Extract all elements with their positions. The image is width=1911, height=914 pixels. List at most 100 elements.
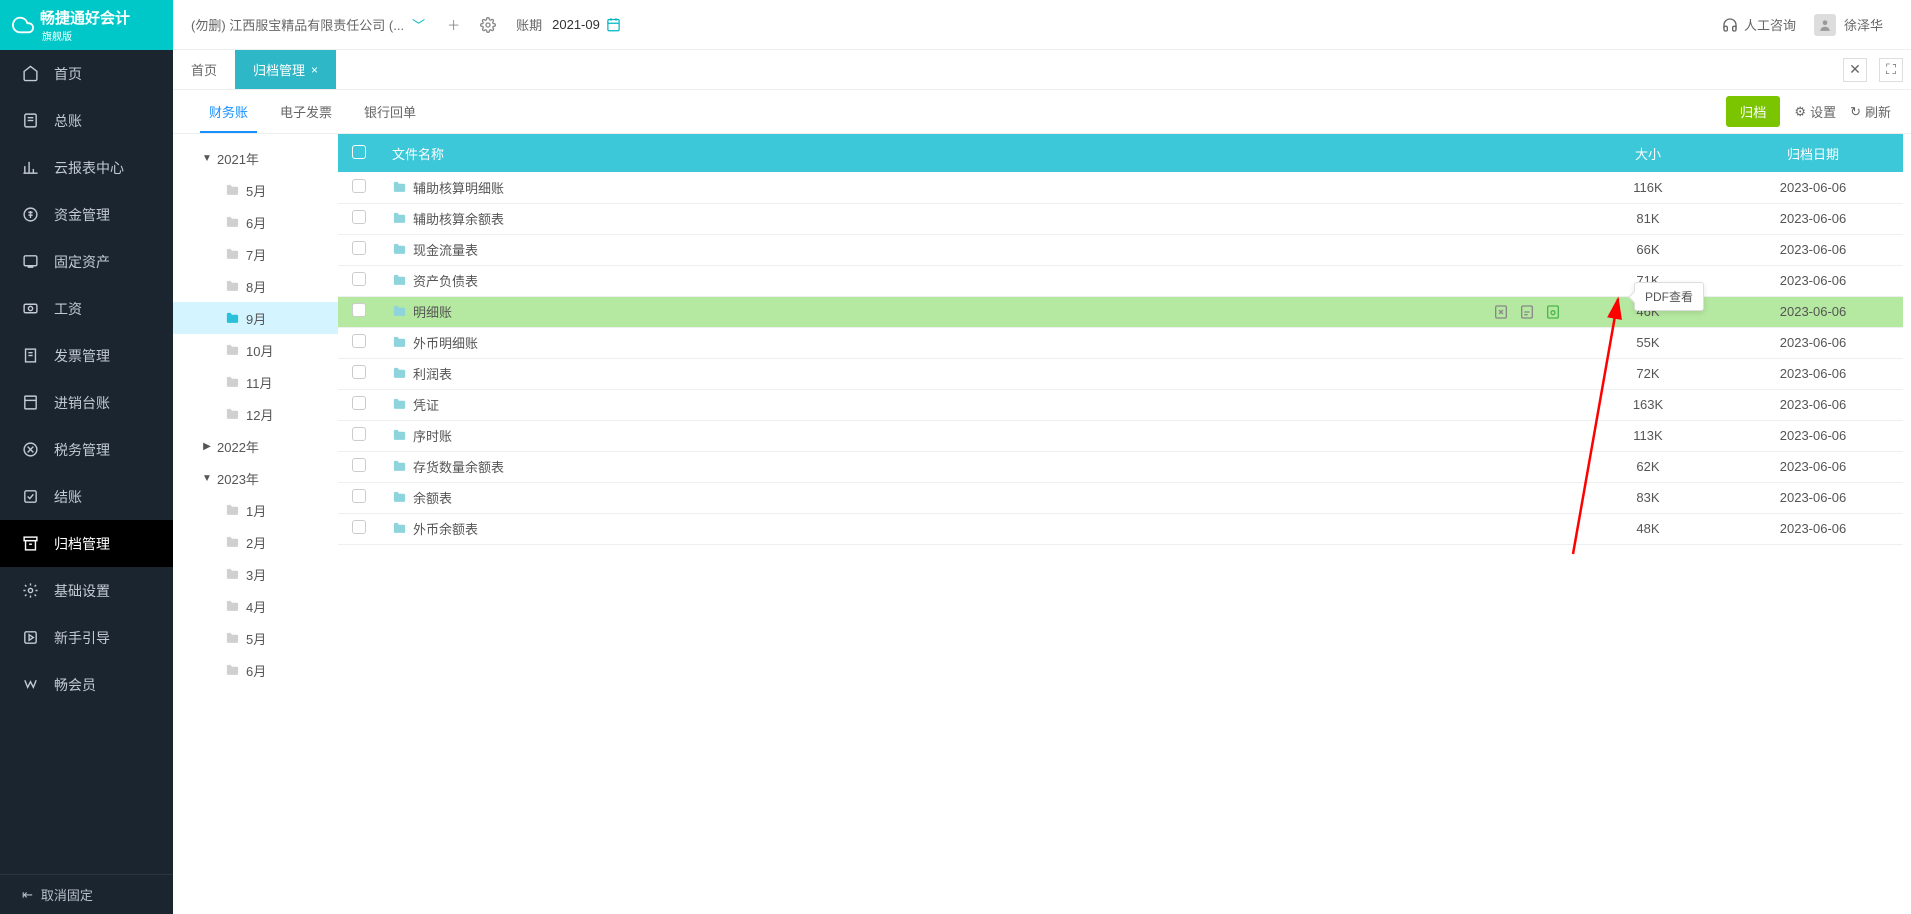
sidebar-unpin[interactable]: ⇤ 取消固定 bbox=[0, 874, 173, 914]
row-checkbox[interactable] bbox=[352, 179, 366, 193]
tree-month[interactable]: 11月 bbox=[173, 366, 338, 398]
col-date: 归档日期 bbox=[1723, 134, 1903, 172]
tree-month[interactable]: 5月 bbox=[173, 622, 338, 654]
file-size: 66K bbox=[1573, 234, 1723, 265]
row-checkbox[interactable] bbox=[352, 458, 366, 472]
row-checkbox[interactable] bbox=[352, 427, 366, 441]
sidebar-item-2[interactable]: 云报表中心 bbox=[0, 144, 173, 191]
excel-icon[interactable] bbox=[1493, 304, 1509, 320]
company-selector[interactable]: (勿删) 江西服宝精品有限责任公司 (... bbox=[191, 15, 404, 34]
row-checkbox[interactable] bbox=[352, 272, 366, 286]
close-all-button[interactable]: ✕ bbox=[1843, 58, 1867, 82]
file-size: 83K bbox=[1573, 482, 1723, 513]
file-name: 现金流量表 bbox=[413, 240, 478, 259]
sidebar-item-7[interactable]: 进销台账 bbox=[0, 379, 173, 426]
chevron-down-icon[interactable]: ﹀ bbox=[412, 15, 425, 34]
tree-year[interactable]: ▼2023年 bbox=[173, 462, 338, 494]
close-icon[interactable]: × bbox=[311, 63, 318, 77]
period-value[interactable]: 2021-09 bbox=[552, 17, 600, 32]
tree-month[interactable]: 4月 bbox=[173, 590, 338, 622]
subtab-1[interactable]: 电子发票 bbox=[264, 90, 348, 133]
tree-month[interactable]: 6月 bbox=[173, 206, 338, 238]
tree-year[interactable]: ▶2022年 bbox=[173, 430, 338, 462]
sidebar-item-8[interactable]: 税务管理 bbox=[0, 426, 173, 473]
sidebar-item-10[interactable]: 归档管理 bbox=[0, 520, 173, 567]
tree-month[interactable]: 10月 bbox=[173, 334, 338, 366]
fullscreen-button[interactable]: ⛶ bbox=[1879, 58, 1903, 82]
file-name: 序时账 bbox=[413, 426, 452, 445]
table-row[interactable]: 现金流量表 66K 2023-06-06 bbox=[338, 234, 1903, 265]
sidebar-item-6[interactable]: 发票管理 bbox=[0, 332, 173, 379]
archive-button[interactable]: 归档 bbox=[1726, 96, 1781, 127]
calendar-icon[interactable] bbox=[606, 17, 621, 32]
table-row[interactable]: 凭证 163K 2023-06-06 bbox=[338, 389, 1903, 420]
folder-icon bbox=[392, 490, 407, 505]
tree-month[interactable]: 12月 bbox=[173, 398, 338, 430]
subtab-2[interactable]: 银行回单 bbox=[348, 90, 432, 133]
tree-month[interactable]: 8月 bbox=[173, 270, 338, 302]
caret-icon: ▼ bbox=[201, 153, 213, 164]
tree-month[interactable]: 3月 bbox=[173, 558, 338, 590]
tree-month[interactable]: 2月 bbox=[173, 526, 338, 558]
tab-1[interactable]: 归档管理× bbox=[235, 50, 336, 89]
caret-icon: ▼ bbox=[201, 473, 213, 484]
sidebar-item-label: 新手引导 bbox=[54, 628, 110, 648]
table-row[interactable]: 利润表 72K 2023-06-06 bbox=[338, 358, 1903, 389]
tab-0[interactable]: 首页 bbox=[173, 50, 235, 89]
subtab-0[interactable]: 财务账 bbox=[193, 90, 264, 133]
file-date: 2023-06-06 bbox=[1723, 203, 1903, 234]
table-row[interactable]: 存货数量余额表 62K 2023-06-06 bbox=[338, 451, 1903, 482]
row-checkbox[interactable] bbox=[352, 334, 366, 348]
tree-month[interactable]: 7月 bbox=[173, 238, 338, 270]
table-row[interactable]: 外币余额表 48K 2023-06-06 bbox=[338, 513, 1903, 544]
table-row[interactable]: 序时账 113K 2023-06-06 bbox=[338, 420, 1903, 451]
tax-icon bbox=[22, 441, 40, 458]
pdf-icon[interactable] bbox=[1519, 304, 1535, 320]
sidebar-item-0[interactable]: 首页 bbox=[0, 50, 173, 97]
refresh-link[interactable]: ↻ 刷新 bbox=[1850, 102, 1891, 121]
file-name: 利润表 bbox=[413, 364, 452, 383]
sidebar-item-3[interactable]: 资金管理 bbox=[0, 191, 173, 238]
sidebar-item-12[interactable]: 新手引导 bbox=[0, 614, 173, 661]
close-icon bbox=[22, 488, 40, 505]
table-row[interactable]: 辅助核算余额表 81K 2023-06-06 bbox=[338, 203, 1903, 234]
tree-month[interactable]: 6月 bbox=[173, 654, 338, 686]
pdf-view-icon[interactable] bbox=[1545, 304, 1561, 320]
sidebar-item-4[interactable]: 固定资产 bbox=[0, 238, 173, 285]
folder-icon bbox=[225, 631, 240, 646]
table-row[interactable]: 辅助核算明细账 116K 2023-06-06 bbox=[338, 172, 1903, 203]
sidebar-item-9[interactable]: 结账 bbox=[0, 473, 173, 520]
sidebar-item-1[interactable]: 总账 bbox=[0, 97, 173, 144]
folder-icon bbox=[225, 247, 240, 262]
settings-link[interactable]: ⚙ 设置 bbox=[1794, 102, 1836, 121]
subtabs: 财务账电子发票银行回单 归档 ⚙ 设置 ↻ 刷新 bbox=[173, 90, 1911, 134]
folder-icon bbox=[225, 375, 240, 390]
sidebar-item-label: 固定资产 bbox=[54, 252, 110, 272]
row-checkbox[interactable] bbox=[352, 489, 366, 503]
sidebar-item-13[interactable]: 畅会员 bbox=[0, 661, 173, 708]
user-menu[interactable]: 徐泽华 bbox=[1814, 14, 1883, 36]
sidebar-item-label: 总账 bbox=[54, 111, 82, 131]
tree-year[interactable]: ▼2021年 bbox=[173, 142, 338, 174]
table-row[interactable]: 外币明细账 55K 2023-06-06 bbox=[338, 327, 1903, 358]
col-size: 大小 bbox=[1573, 134, 1723, 172]
gear-icon[interactable] bbox=[480, 17, 496, 33]
table-row[interactable]: 余额表 83K 2023-06-06 bbox=[338, 482, 1903, 513]
row-checkbox[interactable] bbox=[352, 365, 366, 379]
file-name: 外币明细账 bbox=[413, 333, 478, 352]
consult-link[interactable]: 人工咨询 bbox=[1722, 15, 1796, 34]
tree-month[interactable]: 5月 bbox=[173, 174, 338, 206]
col-checkbox[interactable] bbox=[338, 134, 380, 172]
row-checkbox[interactable] bbox=[352, 241, 366, 255]
archive-icon bbox=[22, 535, 40, 552]
plus-icon[interactable]: ＋ bbox=[447, 15, 460, 34]
row-checkbox[interactable] bbox=[352, 303, 366, 317]
sidebar-item-5[interactable]: 工资 bbox=[0, 285, 173, 332]
row-checkbox[interactable] bbox=[352, 210, 366, 224]
tree-month[interactable]: 9月 bbox=[173, 302, 338, 334]
row-checkbox[interactable] bbox=[352, 520, 366, 534]
tree-month[interactable]: 1月 bbox=[173, 494, 338, 526]
folder-icon bbox=[225, 535, 240, 550]
sidebar-item-11[interactable]: 基础设置 bbox=[0, 567, 173, 614]
row-checkbox[interactable] bbox=[352, 396, 366, 410]
